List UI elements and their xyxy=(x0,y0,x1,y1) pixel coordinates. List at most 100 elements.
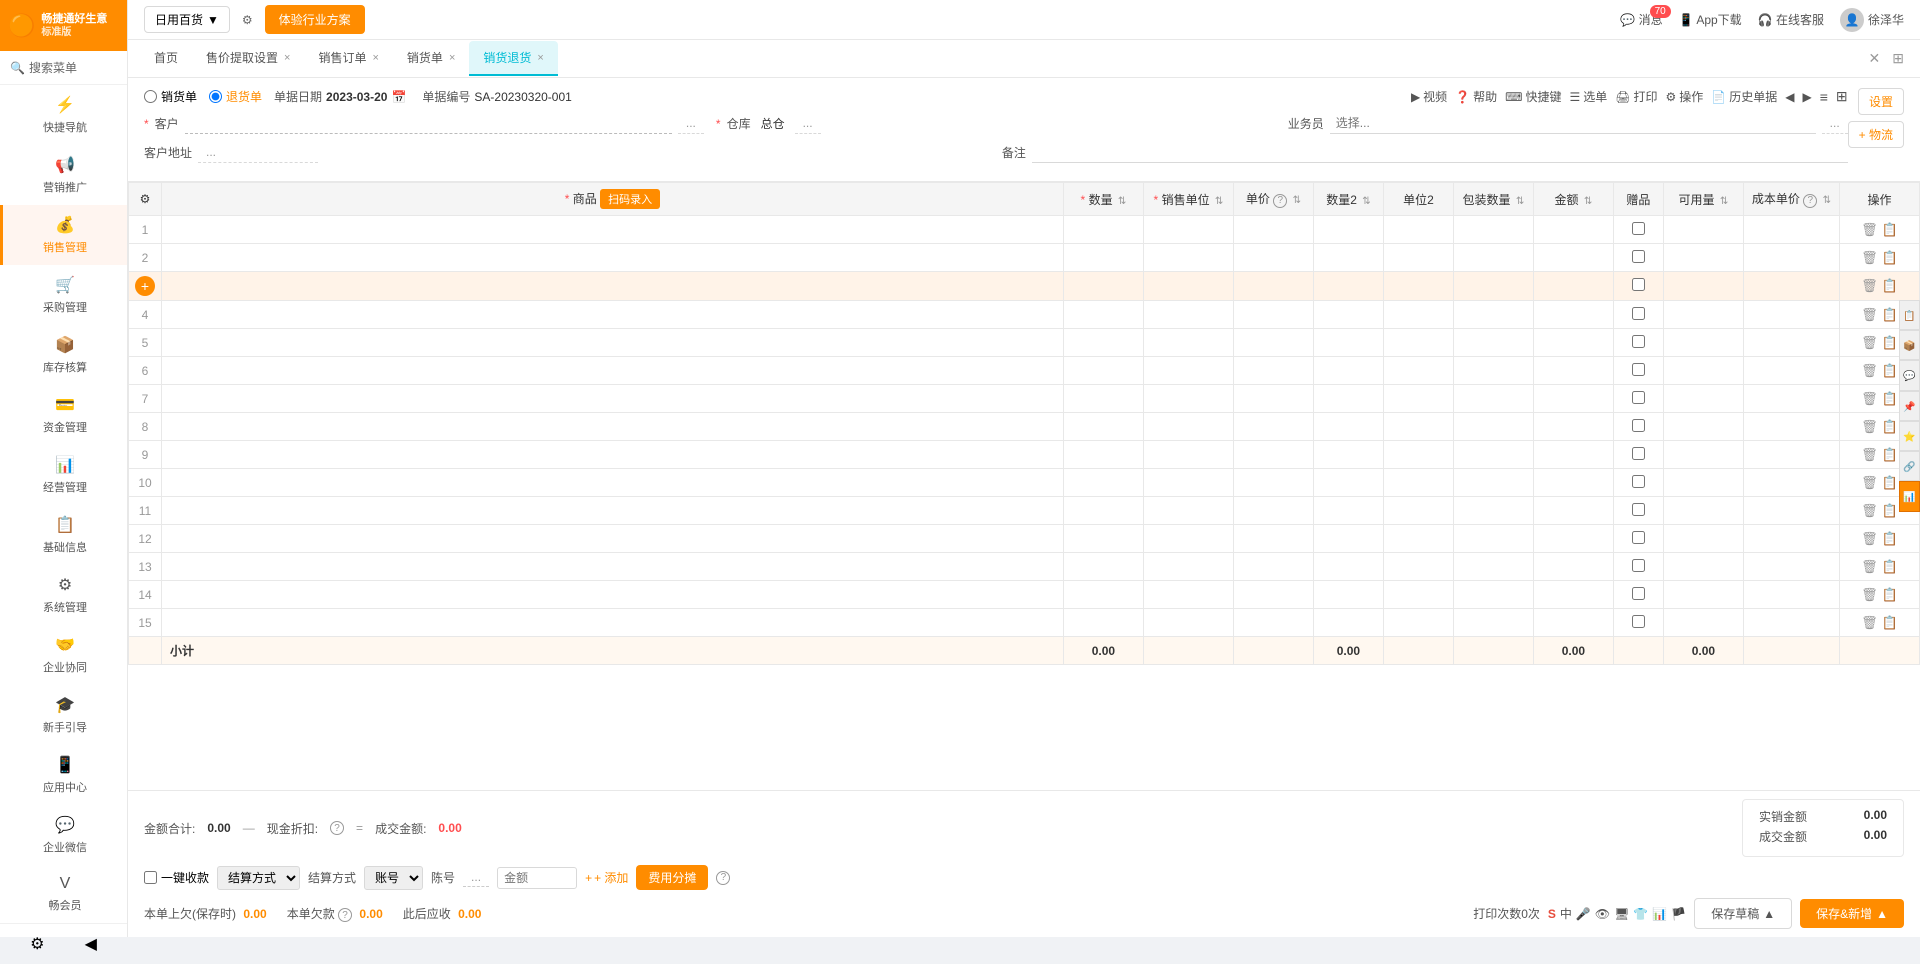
radio-sales-invoice[interactable]: 销货单 xyxy=(144,88,197,105)
monitor-icon[interactable]: 🖥 xyxy=(1614,907,1629,921)
pkg-sort-icon[interactable]: ⇅ xyxy=(1516,196,1524,207)
mic-icon[interactable]: 🎤 xyxy=(1576,907,1591,921)
qty-cell-2[interactable] xyxy=(1063,244,1143,272)
delete-icon-3[interactable]: 🗑 xyxy=(1861,278,1878,294)
pkg-cell-2[interactable] xyxy=(1453,244,1533,272)
qty2-cell-2[interactable] xyxy=(1313,244,1383,272)
history-btn[interactable]: 📄 历史单据 xyxy=(1711,88,1777,105)
amount-cell-2[interactable] xyxy=(1533,244,1613,272)
tab-home[interactable]: 首页 xyxy=(140,41,192,76)
online-service-link[interactable]: 🎧 在线客服 xyxy=(1758,11,1824,28)
right-sidebar-item-3[interactable]: 💬 xyxy=(1899,360,1920,390)
app-download-link[interactable]: 📱 App下载 xyxy=(1679,11,1742,28)
available-cell-2[interactable] xyxy=(1663,244,1743,272)
add-row-btn[interactable]: + xyxy=(135,276,155,296)
unit-cell-3[interactable] xyxy=(1143,272,1233,301)
right-sidebar-item-1[interactable]: 📋 xyxy=(1899,300,1920,330)
delete-icon-15[interactable]: 🗑 xyxy=(1861,615,1878,631)
right-sidebar-item-7[interactable]: 📊 xyxy=(1899,481,1920,511)
delete-icon-1[interactable]: 🗑 xyxy=(1861,222,1878,238)
account-select[interactable]: 账号 xyxy=(364,866,423,890)
tab-price-settings[interactable]: 售价提取设置 × xyxy=(192,41,304,76)
maximize-tab-btn[interactable]: ⊞ xyxy=(1888,48,1908,69)
unit2-cell-2[interactable] xyxy=(1383,244,1453,272)
sidebar-item-sales[interactable]: 💰 销售管理 xyxy=(0,205,127,265)
qty-sort-icon[interactable]: ⇅ xyxy=(1118,196,1126,207)
unit2-cell-1[interactable] xyxy=(1383,216,1453,244)
experience-btn[interactable]: 体验行业方案 xyxy=(265,5,365,34)
amount-cell-3[interactable] xyxy=(1533,272,1613,301)
help-btn[interactable]: ❓ 帮助 xyxy=(1455,88,1497,105)
calendar-icon[interactable]: 📅 xyxy=(391,90,406,104)
owe-help-icon[interactable]: ? xyxy=(338,908,352,922)
copy-icon-7[interactable]: 📋 xyxy=(1882,391,1898,407)
sidebar-item-system[interactable]: ⚙ 系统管理 xyxy=(0,565,127,625)
tab-close-sales-return[interactable]: × xyxy=(537,52,543,64)
qty2-cell-3[interactable] xyxy=(1313,272,1383,301)
copy-icon-15[interactable]: 📋 xyxy=(1882,615,1898,631)
flag-icon[interactable]: 🏴 xyxy=(1671,907,1686,921)
sidebar-item-guide[interactable]: 🎓 新手引导 xyxy=(0,685,127,745)
sidebar-item-cooperation[interactable]: 🤝 企业协同 xyxy=(0,625,127,685)
shortcut-btn[interactable]: ⌨ 快捷键 xyxy=(1505,88,1561,105)
tab-close-sales-invoice[interactable]: × xyxy=(449,52,455,64)
copy-icon-6[interactable]: 📋 xyxy=(1882,363,1898,379)
available-sort-icon[interactable]: ⇅ xyxy=(1720,196,1728,207)
close-tab-btn[interactable]: ✕ xyxy=(1865,48,1885,69)
product-cell-1[interactable] xyxy=(162,216,1064,244)
right-sidebar-item-2[interactable]: 📦 xyxy=(1899,330,1920,360)
copy-icon-4[interactable]: 📋 xyxy=(1882,307,1898,323)
shirt-icon[interactable]: 👕 xyxy=(1633,907,1648,921)
available-cell-1[interactable] xyxy=(1663,216,1743,244)
industry-selector[interactable]: 日用百货 ▼ xyxy=(144,6,230,33)
copy-icon-5[interactable]: 📋 xyxy=(1882,335,1898,351)
sidebar-item-app-center[interactable]: 📱 应用中心 xyxy=(0,745,127,805)
product-cell-2[interactable] xyxy=(162,244,1064,272)
customer-input[interactable] xyxy=(185,113,672,134)
save-draft-btn[interactable]: 保存草稿 ▲ xyxy=(1694,898,1792,929)
qty2-sort-icon[interactable]: ⇅ xyxy=(1362,196,1370,207)
cost-sort-icon[interactable]: ⇅ xyxy=(1823,195,1831,206)
delete-icon-9[interactable]: 🗑 xyxy=(1861,447,1878,463)
tab-close-price-settings[interactable]: × xyxy=(284,52,290,64)
print-btn[interactable]: 🖨 打印 xyxy=(1615,88,1657,105)
warehouse-select-btn[interactable]: ... xyxy=(795,113,821,134)
copy-icon-14[interactable]: 📋 xyxy=(1882,587,1898,603)
setting-panel-btn[interactable]: 设置 xyxy=(1858,88,1904,115)
cost-cell-2[interactable] xyxy=(1743,244,1839,272)
sidebar-item-finance[interactable]: 💳 资金管理 xyxy=(0,385,127,445)
sidebar-item-quick-nav[interactable]: ⚡ 快捷导航 xyxy=(0,85,127,145)
settings-icon[interactable]: ⚙ xyxy=(30,934,44,954)
delete-icon-10[interactable]: 🗑 xyxy=(1861,475,1878,491)
video-btn[interactable]: ▶ 视频 xyxy=(1411,88,1447,105)
salesperson-input[interactable] xyxy=(1330,113,1816,134)
price-cell-3[interactable] xyxy=(1233,272,1313,301)
quick-pay-checkbox[interactable]: 一键收款 xyxy=(144,869,209,886)
price-sort-icon[interactable]: ⇅ xyxy=(1293,195,1301,206)
add-btn[interactable]: + + 添加 xyxy=(585,869,628,886)
cost-cell-1[interactable] xyxy=(1743,216,1839,244)
product-input-3[interactable] xyxy=(168,279,1057,294)
amount-sort-icon[interactable]: ⇅ xyxy=(1584,196,1592,207)
copy-icon-8[interactable]: 📋 xyxy=(1882,419,1898,435)
delete-icon-2[interactable]: 🗑 xyxy=(1861,250,1878,266)
sidebar-item-purchase[interactable]: 🛒 采购管理 xyxy=(0,265,127,325)
unit-cell-1[interactable] xyxy=(1143,216,1233,244)
cost-cell-3[interactable] xyxy=(1743,272,1839,301)
list-view-btn[interactable]: ≡ xyxy=(1820,89,1828,105)
qty2-cell-1[interactable] xyxy=(1313,216,1383,244)
grid-view-btn[interactable]: ⊞ xyxy=(1836,88,1848,105)
delete-icon-6[interactable]: 🗑 xyxy=(1861,363,1878,379)
sidebar-item-vip[interactable]: V 畅会员 xyxy=(0,865,127,923)
prev-btn[interactable]: ◀ xyxy=(1785,90,1794,104)
copy-icon-9[interactable]: 📋 xyxy=(1882,447,1898,463)
scan-btn[interactable]: 扫码录入 xyxy=(600,189,660,209)
split-help-icon[interactable]: ? xyxy=(716,871,730,885)
operate-btn[interactable]: ⚙ 操作 xyxy=(1666,88,1704,105)
eye-icon[interactable]: 👁 xyxy=(1595,907,1610,921)
copy-icon-1[interactable]: 📋 xyxy=(1882,222,1898,238)
salesperson-select-btn[interactable]: ... xyxy=(1822,113,1848,134)
logistics-panel-btn[interactable]: + 物流 xyxy=(1848,121,1904,148)
price-cell-1[interactable] xyxy=(1233,216,1313,244)
delete-icon-8[interactable]: 🗑 xyxy=(1861,419,1878,435)
